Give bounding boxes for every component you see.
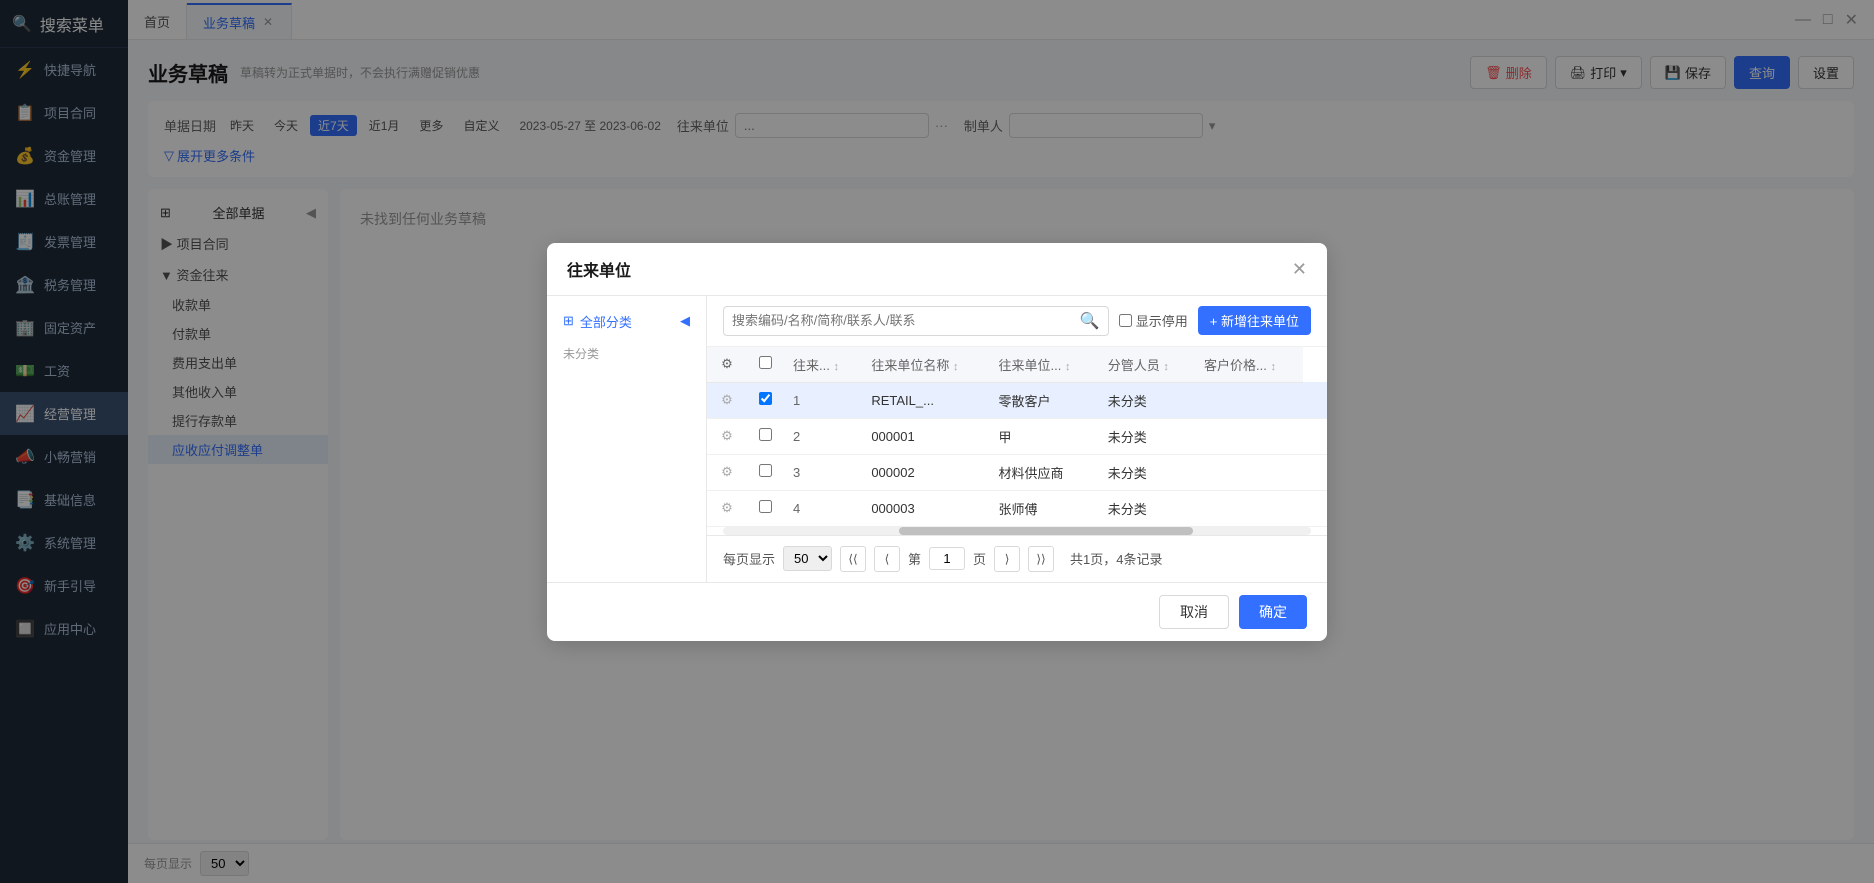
th-code: 往来... ↕ [783, 347, 861, 383]
row-category: 未分类 [1098, 418, 1194, 454]
last-page-button[interactable]: ⟩⟩ [1028, 546, 1054, 572]
table-header-row: ⚙ 往来... ↕ 往来单位名称 ↕ 往来单位... ↕ 分管人员 ↕ 客户价格… [707, 347, 1327, 383]
select-all-checkbox[interactable] [759, 356, 772, 369]
th-manager: 分管人员 ↕ [1098, 347, 1194, 383]
row-checkbox[interactable] [747, 418, 783, 454]
total-records: 共1页，4条记录 [1070, 549, 1162, 568]
row-name: 甲 [989, 418, 1098, 454]
row-price-level [1303, 490, 1327, 526]
show-disabled-label: 显示停用 [1119, 311, 1188, 330]
row-price-level [1303, 454, 1327, 490]
grid-icon-dialog: ⊞ [563, 313, 574, 329]
page-label: 第 [908, 549, 921, 568]
row-manager [1194, 490, 1303, 526]
partner-dialog: 往来单位 ✕ ⊞ 全部分类 ◀ 未分类 🔍 [547, 243, 1327, 641]
dialog-search-input[interactable] [732, 313, 1076, 328]
row-gear: ⚙ [707, 382, 747, 418]
row-num: 4 [783, 490, 861, 526]
table-row[interactable]: ⚙ 4 000003 张师傅 未分类 [707, 490, 1327, 526]
dialog-uncategorized: 未分类 [547, 339, 706, 368]
search-icon-dialog: 🔍 [1080, 311, 1100, 331]
row-name: 零散客户 [989, 382, 1098, 418]
per-page-select[interactable]: 50 [783, 546, 832, 571]
page-number-input[interactable] [929, 547, 965, 570]
dialog-toolbar: 🔍 显示停用 + 新增往来单位 [707, 296, 1327, 347]
th-checkbox [747, 347, 783, 383]
row-num: 3 [783, 454, 861, 490]
show-disabled-checkbox[interactable] [1119, 314, 1132, 327]
dialog-main: 🔍 显示停用 + 新增往来单位 ⚙ [707, 296, 1327, 582]
dialog-body: ⊞ 全部分类 ◀ 未分类 🔍 显示停用 [547, 296, 1327, 582]
row-code: 000001 [861, 418, 988, 454]
row-code: 000003 [861, 490, 988, 526]
row-gear: ⚙ [707, 454, 747, 490]
row-code: 000002 [861, 454, 988, 490]
row-category: 未分类 [1098, 490, 1194, 526]
table-row[interactable]: ⚙ 1 RETAIL_... 零散客户 未分类 [707, 382, 1327, 418]
table-row[interactable]: ⚙ 2 000001 甲 未分类 [707, 418, 1327, 454]
row-name: 张师傅 [989, 490, 1098, 526]
th-name: 往来单位名称 ↕ [861, 347, 988, 383]
row-price-level [1303, 382, 1327, 418]
new-partner-button[interactable]: + 新增往来单位 [1198, 306, 1311, 335]
collapse-dialog-sidebar-button[interactable]: ◀ [680, 313, 690, 329]
row-manager [1194, 418, 1303, 454]
row-manager [1194, 382, 1303, 418]
cancel-button[interactable]: 取消 [1159, 595, 1229, 629]
per-page-label: 每页显示 [723, 549, 775, 568]
prev-page-button[interactable]: ⟨ [874, 546, 900, 572]
row-price-level [1303, 418, 1327, 454]
th-category: 往来单位... ↕ [989, 347, 1098, 383]
row-name: 材料供应商 [989, 454, 1098, 490]
dialog-pagination: 每页显示 50 ⟨⟨ ⟨ 第 页 ⟩ ⟩⟩ 共1页，4条记录 [707, 535, 1327, 582]
scrollbar-thumb[interactable] [899, 527, 1193, 535]
dialog-header: 往来单位 ✕ [547, 243, 1327, 296]
row-checkbox[interactable] [747, 454, 783, 490]
row-category: 未分类 [1098, 382, 1194, 418]
page-suffix: 页 [973, 549, 986, 568]
row-gear: ⚙ [707, 418, 747, 454]
dialog-close-button[interactable]: ✕ [1292, 260, 1307, 278]
horizontal-scrollbar[interactable] [723, 527, 1311, 535]
first-page-button[interactable]: ⟨⟨ [840, 546, 866, 572]
table-row[interactable]: ⚙ 3 000002 材料供应商 未分类 [707, 454, 1327, 490]
row-num: 1 [783, 382, 861, 418]
dialog-table: ⚙ 往来... ↕ 往来单位名称 ↕ 往来单位... ↕ 分管人员 ↕ 客户价格… [707, 347, 1327, 527]
row-gear: ⚙ [707, 490, 747, 526]
row-checkbox[interactable] [747, 490, 783, 526]
confirm-button[interactable]: 确定 [1239, 595, 1307, 629]
row-checkbox[interactable] [747, 382, 783, 418]
row-num: 2 [783, 418, 861, 454]
row-code: RETAIL_... [861, 382, 988, 418]
dialog-sidebar: ⊞ 全部分类 ◀ 未分类 [547, 296, 707, 582]
next-page-button[interactable]: ⟩ [994, 546, 1020, 572]
row-manager [1194, 454, 1303, 490]
dialog-search-box[interactable]: 🔍 [723, 306, 1109, 336]
dialog-sidebar-all[interactable]: ⊞ 全部分类 ◀ [547, 304, 706, 339]
dialog-title: 往来单位 [567, 257, 631, 281]
th-gear: ⚙ [707, 347, 747, 383]
row-category: 未分类 [1098, 454, 1194, 490]
modal-overlay: 往来单位 ✕ ⊞ 全部分类 ◀ 未分类 🔍 [0, 0, 1874, 883]
dialog-footer: 取消 确定 [547, 582, 1327, 641]
th-price-level: 客户价格... ↕ [1194, 347, 1303, 383]
